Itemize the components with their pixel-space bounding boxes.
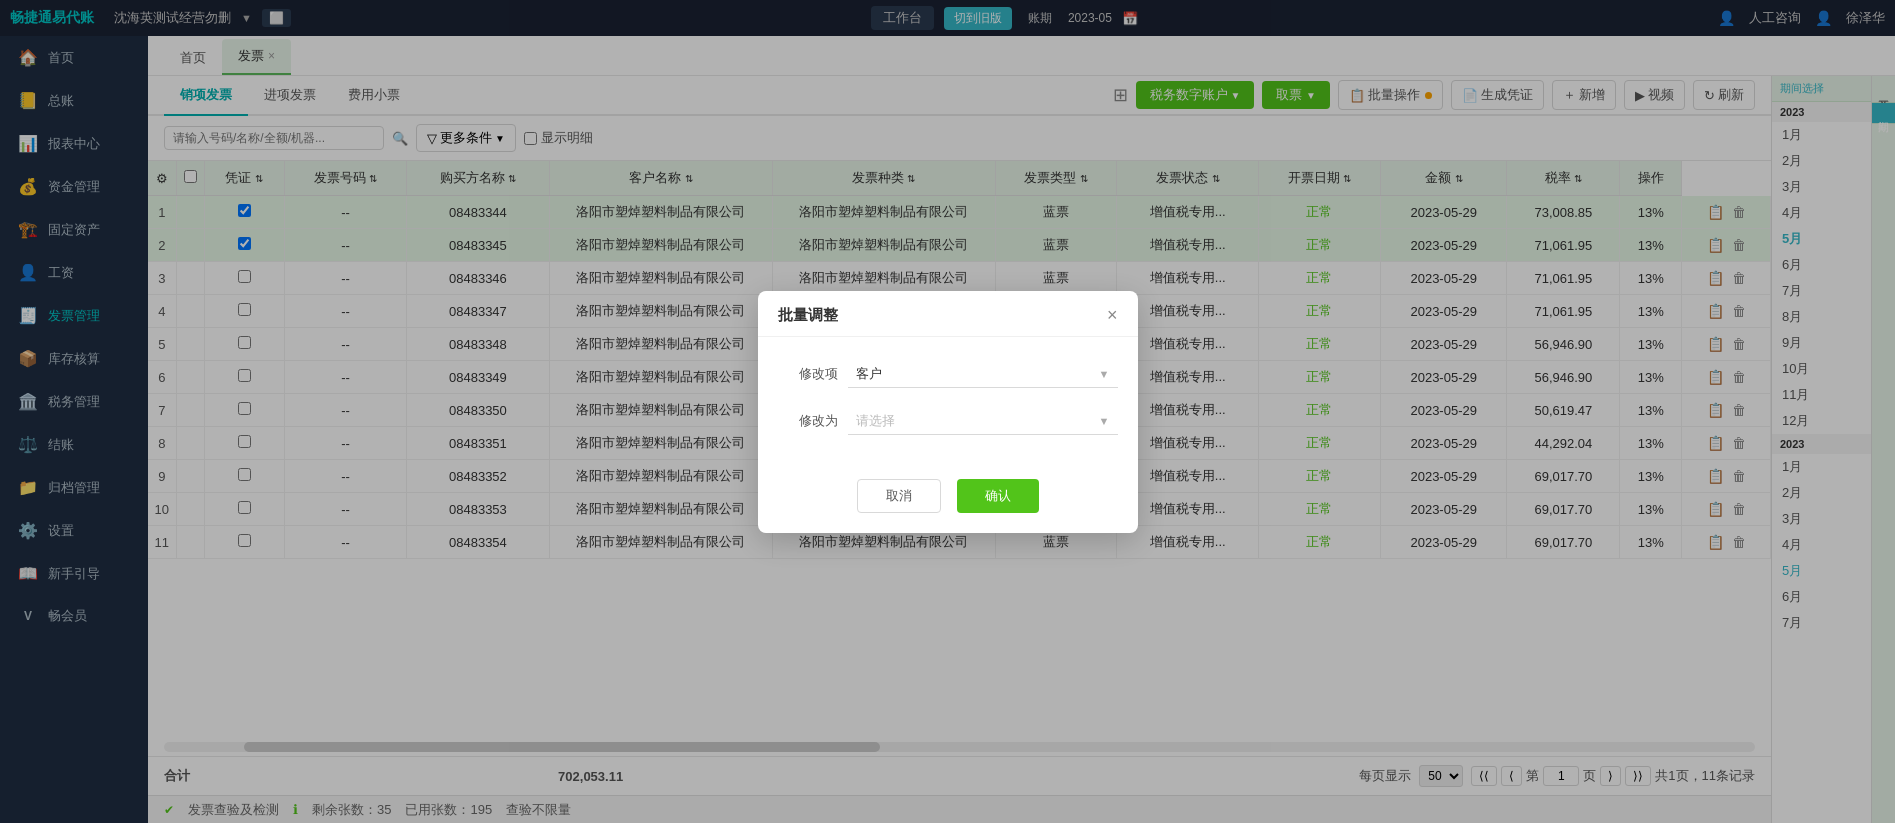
modal-value-row: 修改为 请选择 ▼ (778, 408, 1118, 435)
modal-value-label: 修改为 (778, 412, 838, 430)
modal-close-btn[interactable]: × (1107, 305, 1118, 326)
modal-field-chevron-icon: ▼ (1099, 368, 1110, 380)
modal-footer: 取消 确认 (758, 471, 1138, 533)
modal-body: 修改项 客户 ▼ 修改为 请选择 ▼ (758, 337, 1138, 471)
batch-adjust-modal: 批量调整 × 修改项 客户 ▼ 修改为 请选择 ▼ 取消 确认 (758, 291, 1138, 533)
modal-field-value: 客户 (856, 365, 882, 383)
modal-value-chevron-icon: ▼ (1099, 415, 1110, 427)
modal-field-select[interactable]: 客户 ▼ (848, 361, 1118, 388)
modal-cancel-btn[interactable]: 取消 (857, 479, 941, 513)
modal-overlay: 批量调整 × 修改项 客户 ▼ 修改为 请选择 ▼ 取消 确认 (0, 0, 1895, 823)
modal-field-row: 修改项 客户 ▼ (778, 361, 1118, 388)
modal-confirm-btn[interactable]: 确认 (957, 479, 1039, 513)
modal-header: 批量调整 × (758, 291, 1138, 337)
modal-field-label: 修改项 (778, 365, 838, 383)
modal-value-select[interactable]: 请选择 ▼ (848, 408, 1118, 435)
modal-title: 批量调整 (778, 306, 838, 325)
modal-value-placeholder: 请选择 (856, 412, 895, 430)
